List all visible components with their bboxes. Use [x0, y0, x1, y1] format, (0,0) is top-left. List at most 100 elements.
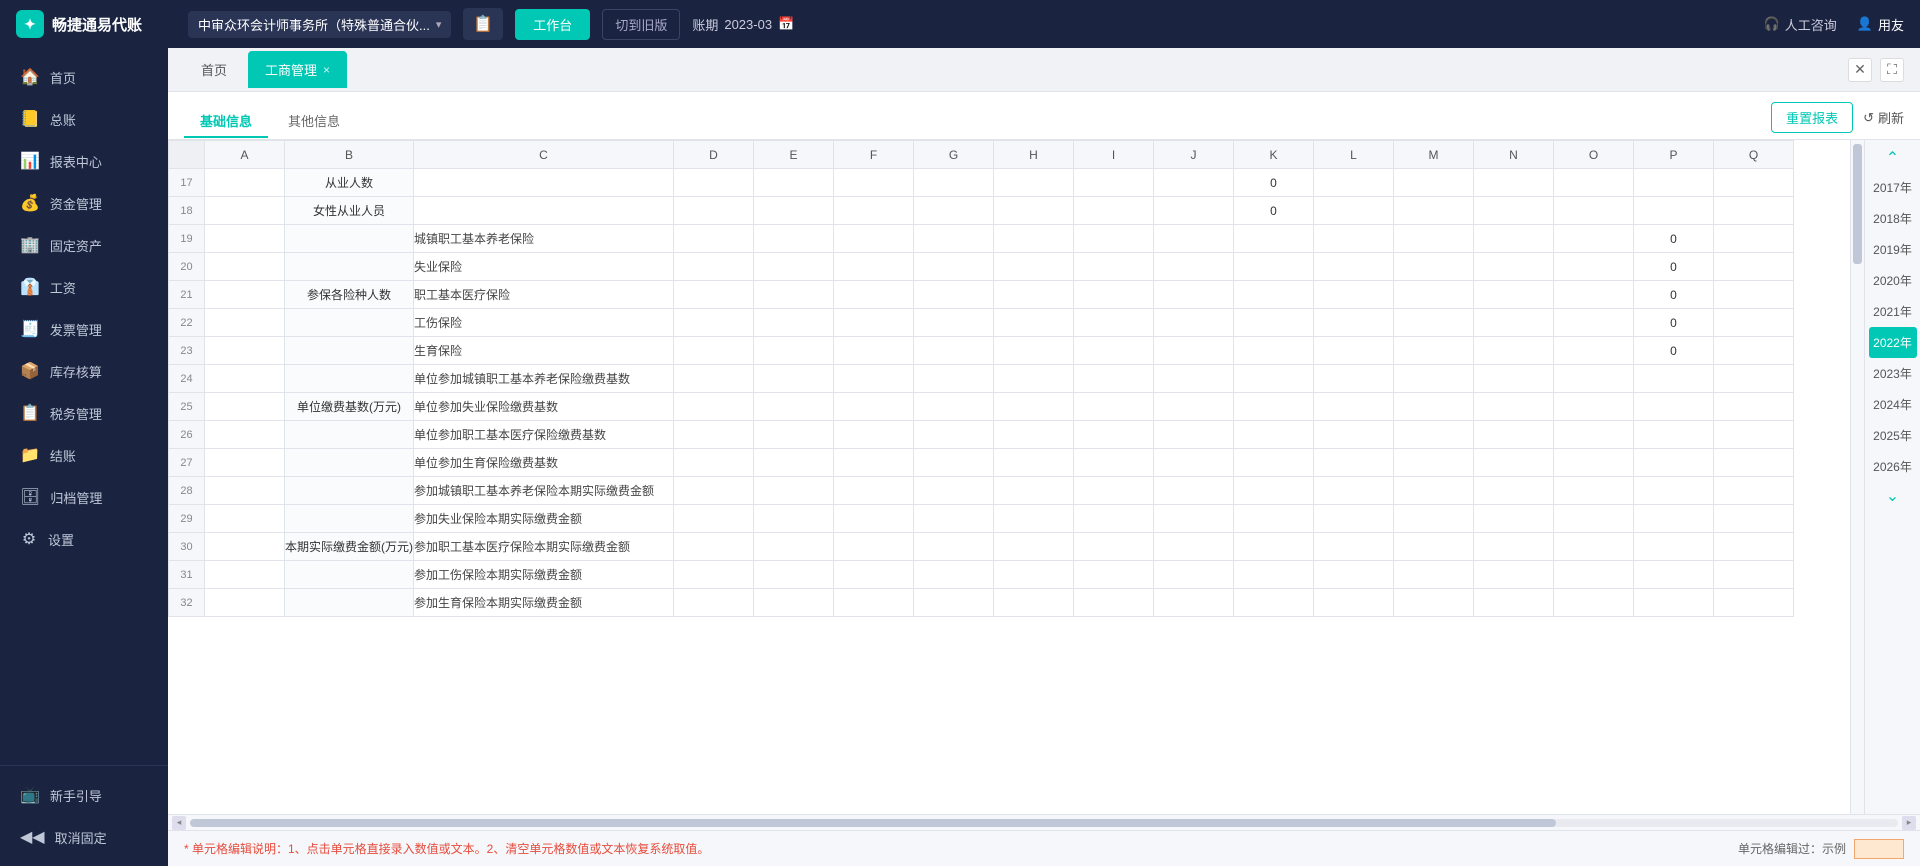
- cell-b[interactable]: [285, 421, 414, 449]
- cell-g[interactable]: [914, 505, 994, 533]
- cell-d[interactable]: [674, 477, 754, 505]
- cell-c[interactable]: 单位参加职工基本医疗保险缴费基数: [414, 421, 674, 449]
- cell-k[interactable]: [1234, 477, 1314, 505]
- cell-a[interactable]: [205, 561, 285, 589]
- cell-b[interactable]: [285, 561, 414, 589]
- year-item-2023[interactable]: 2023年: [1869, 358, 1917, 389]
- cell-b[interactable]: [285, 309, 414, 337]
- cell-k[interactable]: [1234, 421, 1314, 449]
- cell-k[interactable]: [1234, 337, 1314, 365]
- cell-h[interactable]: [994, 533, 1074, 561]
- cell-f[interactable]: [834, 561, 914, 589]
- cell-f[interactable]: [834, 533, 914, 561]
- cell-e[interactable]: [754, 449, 834, 477]
- cell-k[interactable]: [1234, 505, 1314, 533]
- cell-l[interactable]: [1314, 393, 1394, 421]
- scroll-thumb[interactable]: [190, 819, 1556, 827]
- cell-q[interactable]: [1714, 449, 1794, 477]
- cell-j[interactable]: [1154, 253, 1234, 281]
- cell-h[interactable]: [994, 309, 1074, 337]
- cell-d[interactable]: [674, 561, 754, 589]
- cell-m[interactable]: [1394, 533, 1474, 561]
- cell-q[interactable]: [1714, 253, 1794, 281]
- cell-n[interactable]: [1474, 197, 1554, 225]
- cell-p[interactable]: [1634, 393, 1714, 421]
- window-expand-button[interactable]: ⛶: [1880, 58, 1904, 82]
- cell-o[interactable]: [1554, 225, 1634, 253]
- year-item-2018[interactable]: 2018年: [1869, 203, 1917, 234]
- cell-h[interactable]: [994, 561, 1074, 589]
- cell-e[interactable]: [754, 197, 834, 225]
- cell-a[interactable]: [205, 449, 285, 477]
- cell-l[interactable]: [1314, 225, 1394, 253]
- cell-e[interactable]: [754, 169, 834, 197]
- customer-service[interactable]: 🎧 人工咨询: [1764, 15, 1837, 34]
- cell-f[interactable]: [834, 169, 914, 197]
- cell-g[interactable]: [914, 477, 994, 505]
- cell-g[interactable]: [914, 337, 994, 365]
- cell-a[interactable]: [205, 421, 285, 449]
- sidebar-item-funds[interactable]: 💰 资金管理: [0, 182, 168, 224]
- cell-m[interactable]: [1394, 421, 1474, 449]
- year-nav-up-icon[interactable]: ⌃: [1882, 144, 1903, 172]
- cell-n[interactable]: [1474, 533, 1554, 561]
- cell-g[interactable]: [914, 365, 994, 393]
- cell-q[interactable]: [1714, 169, 1794, 197]
- cell-l[interactable]: [1314, 197, 1394, 225]
- cell-o[interactable]: [1554, 477, 1634, 505]
- cell-g[interactable]: [914, 449, 994, 477]
- cell-b[interactable]: [285, 337, 414, 365]
- cell-p[interactable]: 0: [1634, 337, 1714, 365]
- cell-i[interactable]: [1074, 393, 1154, 421]
- cell-q[interactable]: [1714, 533, 1794, 561]
- tab-close-icon[interactable]: ×: [323, 63, 330, 77]
- cell-m[interactable]: [1394, 309, 1474, 337]
- cell-l[interactable]: [1314, 533, 1394, 561]
- cell-c[interactable]: 职工基本医疗保险: [414, 281, 674, 309]
- cell-i[interactable]: [1074, 309, 1154, 337]
- cell-h[interactable]: [994, 477, 1074, 505]
- cell-e[interactable]: [754, 505, 834, 533]
- switch-version-button[interactable]: 切到旧版: [602, 9, 680, 40]
- cell-d[interactable]: [674, 533, 754, 561]
- cell-j[interactable]: [1154, 477, 1234, 505]
- cell-g[interactable]: [914, 533, 994, 561]
- cell-j[interactable]: [1154, 533, 1234, 561]
- cell-e[interactable]: [754, 365, 834, 393]
- cell-j[interactable]: [1154, 505, 1234, 533]
- cell-p[interactable]: [1634, 505, 1714, 533]
- cell-d[interactable]: [674, 505, 754, 533]
- sidebar-item-assets[interactable]: 🏢 固定资产: [0, 224, 168, 266]
- cell-o[interactable]: [1554, 449, 1634, 477]
- cell-p[interactable]: [1634, 169, 1714, 197]
- sidebar-item-inventory[interactable]: 📦 库存核算: [0, 350, 168, 392]
- cell-o[interactable]: [1554, 337, 1634, 365]
- cell-g[interactable]: [914, 309, 994, 337]
- user-profile[interactable]: 👤 用友: [1857, 15, 1904, 34]
- cell-h[interactable]: [994, 393, 1074, 421]
- cell-e[interactable]: [754, 533, 834, 561]
- scroll-track[interactable]: [190, 819, 1898, 827]
- year-nav-down-icon[interactable]: ⌄: [1882, 482, 1903, 510]
- cell-c[interactable]: 城镇职工基本养老保险: [414, 225, 674, 253]
- cell-g[interactable]: [914, 169, 994, 197]
- cell-q[interactable]: [1714, 477, 1794, 505]
- cell-p[interactable]: [1634, 421, 1714, 449]
- cell-a[interactable]: [205, 337, 285, 365]
- cell-k[interactable]: [1234, 589, 1314, 617]
- cell-m[interactable]: [1394, 393, 1474, 421]
- cell-j[interactable]: [1154, 281, 1234, 309]
- cell-e[interactable]: [754, 253, 834, 281]
- cell-o[interactable]: [1554, 253, 1634, 281]
- cell-i[interactable]: [1074, 421, 1154, 449]
- cell-h[interactable]: [994, 337, 1074, 365]
- cell-q[interactable]: [1714, 561, 1794, 589]
- cell-b[interactable]: 单位缴费基数(万元): [285, 393, 414, 421]
- cell-a[interactable]: [205, 169, 285, 197]
- cell-i[interactable]: [1074, 225, 1154, 253]
- year-item-2025[interactable]: 2025年: [1869, 420, 1917, 451]
- cell-k[interactable]: [1234, 449, 1314, 477]
- cell-g[interactable]: [914, 253, 994, 281]
- cell-f[interactable]: [834, 421, 914, 449]
- cell-p[interactable]: 0: [1634, 253, 1714, 281]
